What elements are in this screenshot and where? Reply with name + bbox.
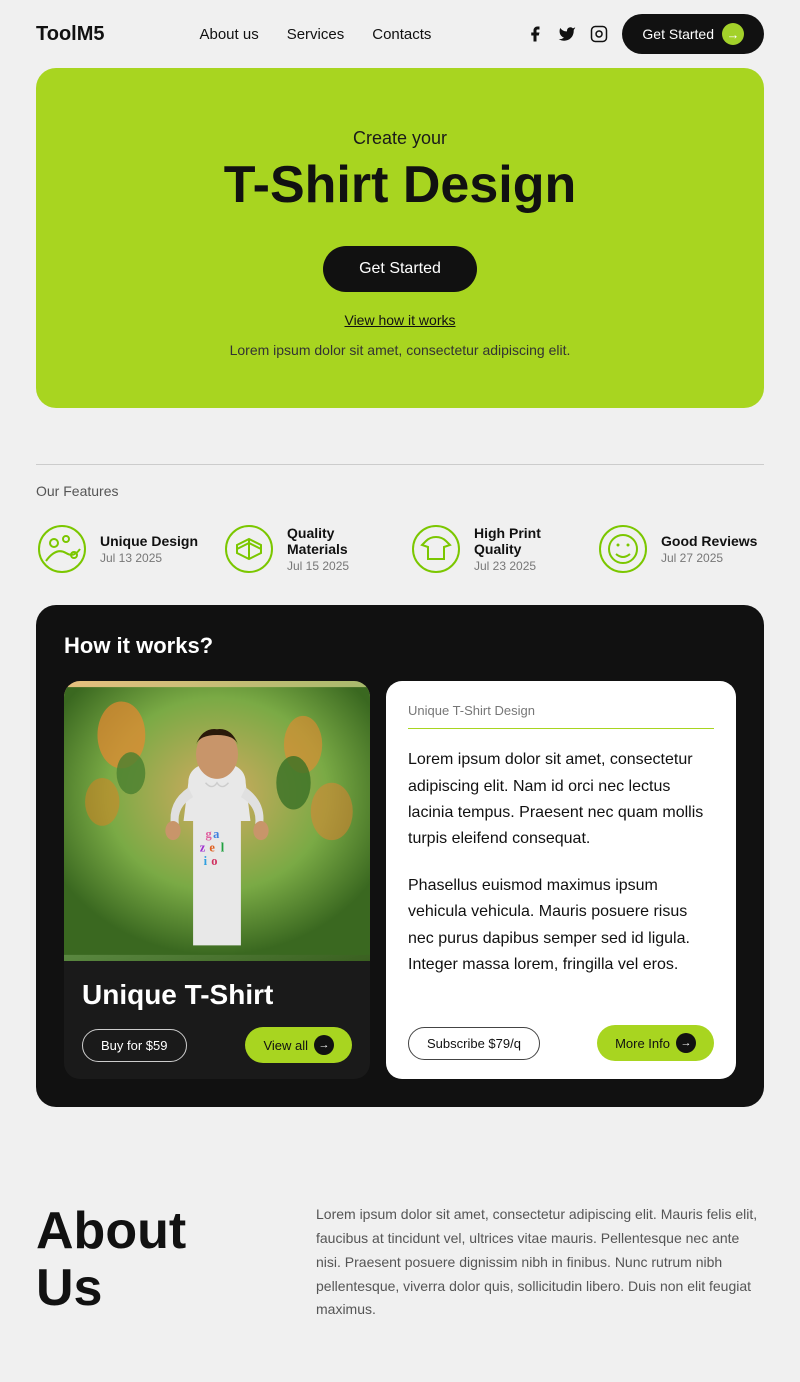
feature-unique-design-text: Unique Design Jul 13 2025 (100, 533, 198, 565)
how-left-card: g a z e l i o (64, 681, 370, 1079)
about-title: About Us (36, 1203, 256, 1317)
nav-about[interactable]: About us (199, 26, 258, 43)
how-right-card: Unique T-Shirt Design Lorem ipsum dolor … (386, 681, 736, 1079)
svg-text:a: a (213, 827, 220, 841)
how-left-buttons: Buy for $59 View all → (82, 1027, 352, 1063)
svg-text:z: z (200, 841, 206, 855)
feature-unique-design: Unique Design Jul 13 2025 (36, 523, 203, 575)
hero-cta-button[interactable]: Get Started (323, 246, 477, 292)
buy-button[interactable]: Buy for $59 (82, 1029, 187, 1062)
right-body: Lorem ipsum dolor sit amet, consectetur … (408, 747, 714, 1007)
feature-good-reviews: Good Reviews Jul 27 2025 (597, 523, 764, 575)
nav-contacts[interactable]: Contacts (372, 26, 431, 43)
hero-view-link[interactable]: View how it works (76, 312, 724, 328)
more-info-button[interactable]: More Info → (597, 1025, 714, 1061)
how-left-content: Unique T-Shirt Buy for $59 View all → (64, 961, 370, 1079)
feature-quality-materials: Quality Materials Jul 15 2025 (223, 523, 390, 575)
about-section: About Us Lorem ipsum dolor sit amet, con… (0, 1143, 800, 1382)
hero-card: Create your T-Shirt Design Get Started V… (36, 68, 764, 408)
hero-section: Create your T-Shirt Design Get Started V… (0, 68, 800, 444)
right-paragraph-2: Phasellus euismod maximus ipsum vehicula… (408, 873, 714, 979)
instagram-icon[interactable] (590, 25, 608, 43)
product-image: g a z e l i o (64, 681, 370, 961)
svg-text:o: o (211, 854, 217, 868)
about-text: Lorem ipsum dolor sit amet, consectetur … (316, 1203, 764, 1322)
svg-text:g: g (206, 827, 213, 841)
more-info-arrow-icon: → (676, 1033, 696, 1053)
good-reviews-icon (597, 523, 649, 575)
nav-links: About us Services Contacts (199, 26, 431, 43)
features-divider (36, 464, 764, 465)
how-title: How it works? (64, 633, 736, 659)
social-icons (526, 25, 608, 43)
how-it-works-card: How it works? (36, 605, 764, 1107)
feature-high-print-text: High Print Quality Jul 23 2025 (474, 525, 577, 573)
how-right-buttons: Subscribe $79/q More Info → (408, 1025, 714, 1061)
feature-high-print: High Print Quality Jul 23 2025 (410, 523, 577, 575)
hero-title: T-Shirt Design (76, 157, 724, 214)
facebook-icon[interactable] (526, 25, 544, 43)
how-grid: g a z e l i o (64, 681, 736, 1079)
cta-arrow-icon: → (722, 23, 744, 45)
features-title: Our Features (36, 483, 764, 499)
navbar: ToolM5 About us Services Contacts Get St… (0, 0, 800, 68)
svg-text:e: e (209, 841, 215, 855)
shirt-title: Unique T-Shirt (82, 979, 352, 1011)
feature-good-reviews-text: Good Reviews Jul 27 2025 (661, 533, 757, 565)
product-photo-svg: g a z e l i o (64, 681, 370, 961)
hero-description: Lorem ipsum dolor sit amet, consectetur … (76, 342, 724, 358)
svg-text:l: l (221, 841, 225, 855)
subscribe-button[interactable]: Subscribe $79/q (408, 1027, 540, 1060)
high-print-quality-icon (410, 523, 462, 575)
right-tag: Unique T-Shirt Design (408, 703, 714, 718)
right-divider (408, 728, 714, 729)
hero-subtitle: Create your (76, 128, 724, 149)
how-it-works-section: How it works? (0, 605, 800, 1143)
feature-quality-materials-text: Quality Materials Jul 15 2025 (287, 525, 390, 573)
view-all-arrow-icon: → (314, 1035, 334, 1055)
features-section: Our Features Unique Design Jul 13 2025 (0, 444, 800, 605)
logo: ToolM5 (36, 23, 105, 46)
svg-text:i: i (204, 854, 208, 868)
features-grid: Unique Design Jul 13 2025 Quality Materi… (36, 523, 764, 575)
view-all-button[interactable]: View all → (245, 1027, 352, 1063)
right-paragraph-1: Lorem ipsum dolor sit amet, consectetur … (408, 747, 714, 853)
twitter-icon[interactable] (558, 25, 576, 43)
nav-services[interactable]: Services (287, 26, 345, 43)
navbar-cta-button[interactable]: Get Started → (622, 14, 764, 54)
quality-materials-icon (223, 523, 275, 575)
unique-design-icon (36, 523, 88, 575)
